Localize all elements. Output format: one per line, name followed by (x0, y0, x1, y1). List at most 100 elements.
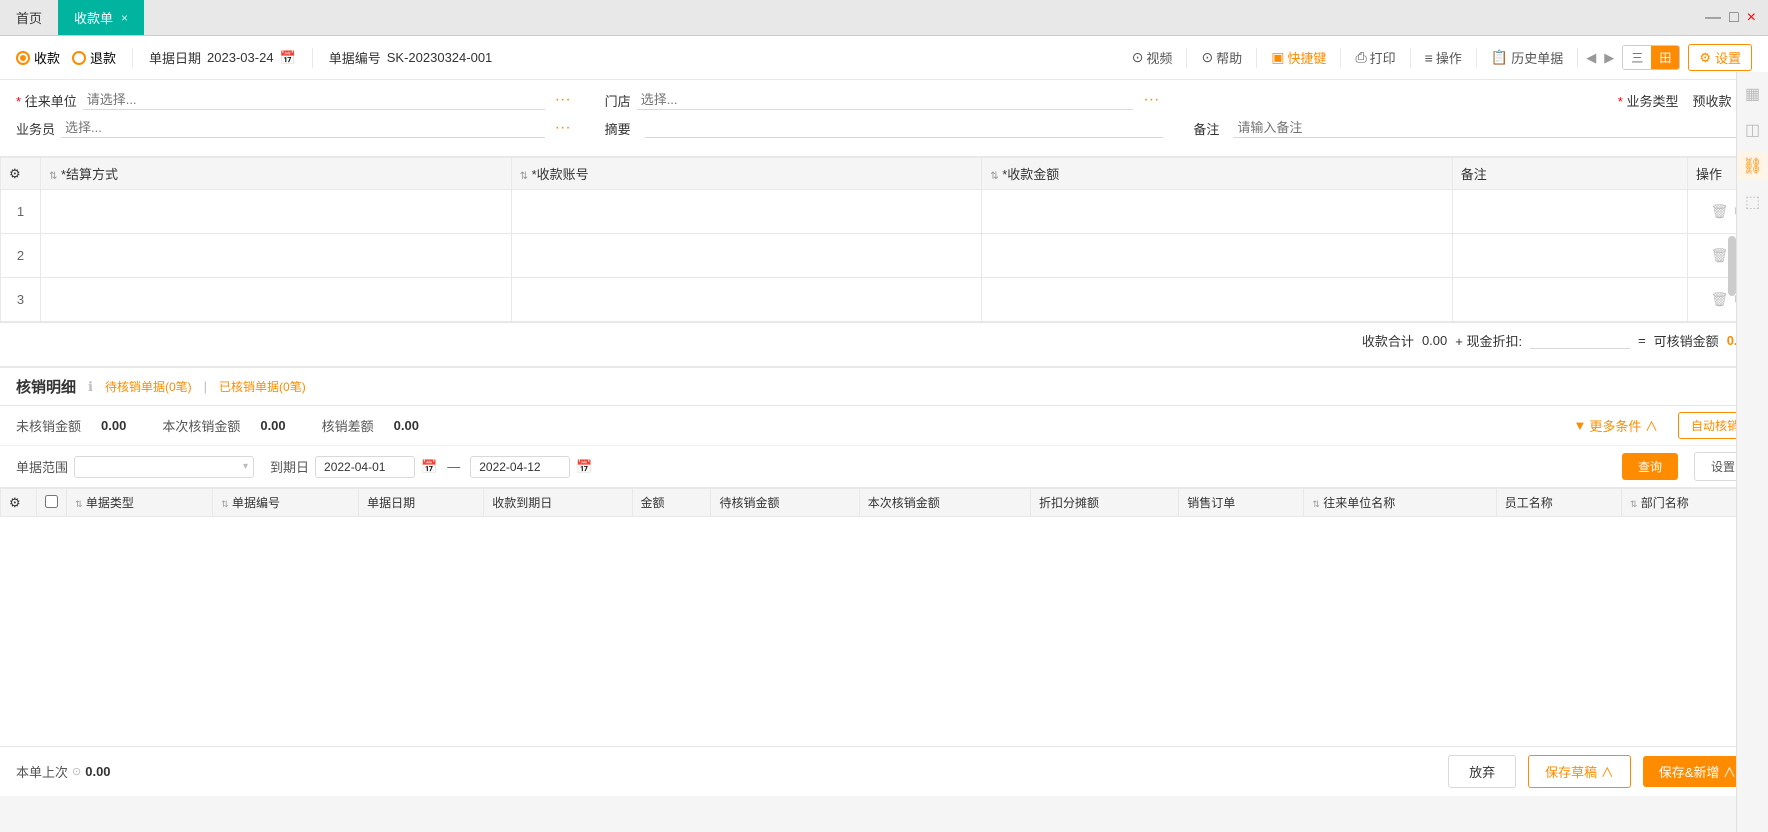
counterparty-more-icon[interactable]: ··· (551, 91, 575, 109)
row1-settlement[interactable] (41, 190, 512, 234)
row2-account[interactable] (511, 234, 982, 278)
scrollbar-thumb[interactable] (1728, 236, 1736, 296)
prev-balance: 本单上次 ⊙ 0.00 (16, 762, 111, 781)
tab-separator: | (204, 379, 207, 394)
row3-settlement[interactable] (41, 278, 512, 322)
history-btn[interactable]: 📋历史单据 (1485, 46, 1569, 69)
row1-note[interactable] (1452, 190, 1687, 234)
list-view-btn[interactable]: 三 (1623, 46, 1651, 69)
date-to-calendar-icon[interactable]: 📅 (576, 459, 592, 475)
staff-label: 业务员 (16, 119, 55, 138)
staff-input[interactable] (61, 118, 545, 138)
row3-note[interactable] (1452, 278, 1687, 322)
row2-settlement[interactable] (41, 234, 512, 278)
btcol-amount: 金额 (632, 489, 711, 517)
row1-delete-icon[interactable]: 🗑 (1711, 203, 1729, 220)
help-icon: ⊙ (1201, 49, 1213, 66)
sidebar-link-icon[interactable]: ⛓ (1738, 152, 1766, 180)
nav-next-icon[interactable]: ▶ (1604, 50, 1614, 66)
more-conditions-btn[interactable]: ▼ 更多条件 ∧ (1573, 416, 1658, 435)
reconcile-info-icon[interactable]: ℹ (88, 379, 93, 395)
row3-delete-icon[interactable]: 🗑 (1711, 291, 1729, 308)
print-btn[interactable]: ⎙打印 (1349, 46, 1401, 69)
form-row-2: 业务员 ··· 摘要 备注 (16, 118, 1752, 138)
filter-icon: ▼ (1573, 418, 1586, 433)
help-btn[interactable]: ⊙帮助 (1195, 46, 1248, 69)
store-input[interactable] (637, 90, 1134, 110)
sidebar-doc-icon[interactable]: ◫ (1741, 116, 1764, 144)
note-input[interactable] (1233, 118, 1752, 138)
col-note: 备注 (1452, 158, 1687, 190)
radio-tuikuan[interactable]: 退款 (72, 48, 116, 67)
prev-balance-value: 0.00 (85, 764, 110, 779)
discard-btn[interactable]: 放弃 (1448, 755, 1516, 788)
row-num-2: 2 (1, 234, 41, 278)
global-settings-btn[interactable]: ⚙ 设置 (1688, 44, 1752, 71)
table-wrapper: ⚙ ⇅ *结算方式 ⇅ *收款账号 ⇅ *收款金额 备注 操作 1 (0, 157, 1768, 322)
reconcile-stats: 未核销金额 0.00 本次核销金额 0.00 核销差额 0.00 ▼ 更多条件 … (0, 406, 1768, 446)
btcol-gear[interactable]: ⚙ (1, 489, 37, 517)
query-btn[interactable]: 查询 (1622, 453, 1678, 480)
grid-view-btn[interactable]: 田 (1651, 46, 1679, 69)
select-all-checkbox[interactable] (45, 495, 58, 508)
tab-bar: 首页 收款单 × — □ × (0, 0, 1768, 36)
summary-input[interactable] (645, 118, 1164, 138)
pending-tab-link[interactable]: 待核销单据(0笔) (105, 378, 192, 395)
window-maximize-btn[interactable]: □ (1729, 9, 1739, 27)
date-to-input[interactable] (470, 456, 570, 478)
date-from-input[interactable] (315, 456, 415, 478)
row2-amount[interactable] (982, 234, 1453, 278)
save-draft-btn[interactable]: 保存草稿 ∧ (1528, 755, 1631, 788)
operation-btn[interactable]: ≡操作 (1419, 46, 1468, 69)
done-tab-link[interactable]: 已核销单据(0笔) (219, 378, 306, 395)
store-more-icon[interactable]: ··· (1139, 91, 1163, 109)
tab-close-icon[interactable]: × (121, 11, 128, 25)
discount-input[interactable] (1530, 333, 1630, 349)
date-from-calendar-icon[interactable]: 📅 (421, 459, 437, 475)
counterparty-input[interactable] (83, 90, 545, 110)
store-label: 门店 (605, 91, 631, 110)
row3-amount[interactable] (982, 278, 1453, 322)
col-gear[interactable]: ⚙ (1, 158, 41, 190)
reconcile-section: 核销明细 ℹ 待核销单据(0笔) | 已核销单据(0笔) 未核销金额 0.00 … (0, 366, 1768, 517)
shortcut-btn[interactable]: ▣快捷键 (1265, 46, 1332, 69)
radio-group: 收款 退款 (16, 48, 116, 67)
history-icon: 📋 (1491, 49, 1508, 66)
row1-account[interactable] (511, 190, 982, 234)
tab-home[interactable]: 首页 (0, 0, 58, 35)
bottom-bar: 本单上次 ⊙ 0.00 放弃 保存草稿 ∧ 保存&新增 ∧ (0, 746, 1768, 796)
calendar-icon[interactable]: 📅 (280, 50, 296, 66)
btcol-order: 销售订单 (1179, 489, 1304, 517)
view-btns: 三 田 (1622, 45, 1680, 70)
btcol-type: ⇅ 单据类型 (67, 489, 213, 517)
radio-shoukuan[interactable]: 收款 (16, 48, 60, 67)
biztype-field: * 业务类型 预收款 ▾ (1193, 91, 1752, 110)
btcol-date: 单据日期 (359, 489, 484, 517)
nav-prev-icon[interactable]: ◀ (1586, 50, 1596, 66)
radio-dot-shoukuan (16, 51, 30, 65)
window-close-btn[interactable]: × (1747, 9, 1756, 27)
biztype-label: * 业务类型 (1618, 91, 1679, 110)
tab-home-label: 首页 (16, 8, 42, 27)
save-new-label: 保存&新增 ∧ (1659, 762, 1736, 781)
row2-delete-icon[interactable]: 🗑 (1711, 247, 1729, 264)
row1-amount[interactable] (982, 190, 1453, 234)
staff-more-icon[interactable]: ··· (551, 119, 575, 137)
tab-active[interactable]: 收款单 × (58, 0, 144, 35)
window-minimize-btn[interactable]: — (1705, 9, 1721, 27)
sidebar-attach-icon[interactable]: ⬚ (1741, 188, 1764, 216)
save-draft-label: 保存草稿 ∧ (1545, 762, 1614, 781)
prev-balance-info-icon[interactable]: ⊙ (72, 765, 81, 778)
main-content: 收款 退款 单据日期 2023-03-24 📅 单据编号 SK-20230324… (0, 36, 1768, 796)
table-row: 2 🗑 ⧉ (1, 234, 1768, 278)
toolbar: 收款 退款 单据日期 2023-03-24 📅 单据编号 SK-20230324… (0, 36, 1768, 80)
total-value: 0.00 (1422, 333, 1447, 348)
video-btn[interactable]: ⊙视频 (1126, 46, 1179, 69)
row2-note[interactable] (1452, 234, 1687, 278)
discount-label: + 现金折扣: (1455, 331, 1522, 350)
filter-fields-row: 单据范围 ▾ 到期日 📅 — 📅 查询 设置 (0, 446, 1768, 488)
row3-account[interactable] (511, 278, 982, 322)
sidebar-table-icon[interactable]: ▦ (1741, 80, 1764, 108)
stat-unpaid-label: 未核销金额 (16, 416, 81, 435)
range-select[interactable] (74, 456, 254, 478)
